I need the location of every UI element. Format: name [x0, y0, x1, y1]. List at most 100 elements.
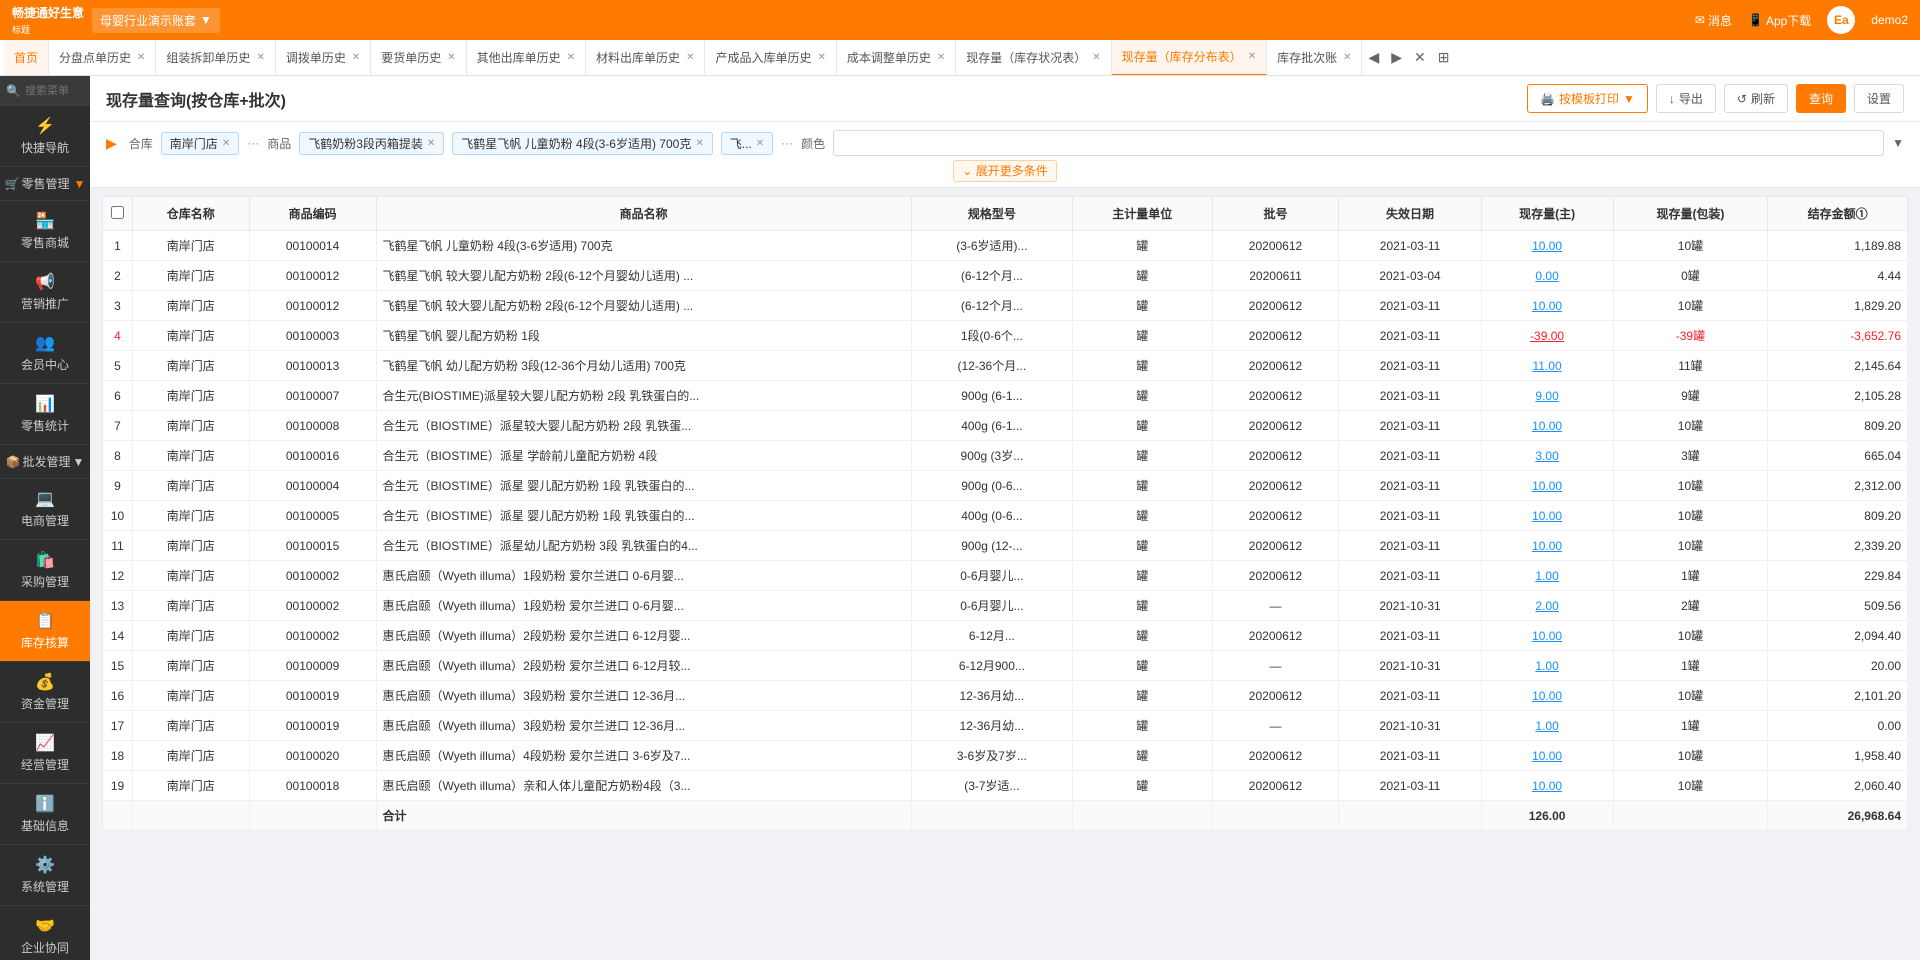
sidebar-item-ecommerce[interactable]: 💻 电商管理 [0, 479, 90, 540]
sidebar-item-marketing[interactable]: 📢 营销推广 [0, 262, 90, 323]
message-btn[interactable]: ✉ 消息 [1695, 12, 1732, 29]
sidebar-item-quicknav[interactable]: ⚡ 快捷导航 [0, 106, 90, 167]
settings-btn[interactable]: 设置 [1854, 84, 1904, 113]
sidebar-item-collab[interactable]: 🤝 企业协同 [0, 906, 90, 960]
sidebar-item-finance[interactable]: 💰 资金管理 [0, 662, 90, 723]
tab-tiaob[interactable]: 调拨单历史 ✕ [276, 40, 371, 76]
filter-expand-icon[interactable]: ▶ [106, 135, 117, 152]
tab-close-chancheng[interactable]: ✕ [817, 52, 825, 63]
org-selector[interactable]: 母婴行业演示账套 ▼ [92, 8, 220, 33]
cell-stock-main[interactable]: -39.00 [1481, 321, 1613, 351]
tab-fenpan[interactable]: 分盘点单历史 ✕ [49, 40, 156, 76]
cell-stock-main[interactable]: 1.00 [1481, 711, 1613, 741]
tab-close-fen[interactable]: ✕ [1248, 51, 1256, 62]
search-input[interactable] [25, 85, 84, 97]
cell-stock-main[interactable]: 1.00 [1481, 651, 1613, 681]
cell-stock-main[interactable]: 10.00 [1481, 531, 1613, 561]
sidebar-item-basic[interactable]: ℹ️ 基础信息 [0, 784, 90, 845]
cell-stock-main[interactable]: 0.00 [1481, 261, 1613, 291]
tab-kucun-kuang[interactable]: 现存量（库存状况表） ✕ [956, 40, 1111, 76]
refresh-btn[interactable]: ↺ 刷新 [1724, 84, 1788, 113]
product-dots[interactable]: ··· [781, 136, 793, 150]
cell-expire: 2021-03-11 [1339, 471, 1481, 501]
tab-close-all[interactable]: ✕ [1408, 49, 1432, 66]
tab-close-tiaob[interactable]: ✕ [352, 52, 360, 63]
tab-close-picci[interactable]: ✕ [1343, 52, 1351, 63]
logo: 畅捷通好生意 标题 [12, 4, 84, 36]
tab-close-zuzhuan[interactable]: ✕ [256, 52, 264, 63]
export-btn[interactable]: ↓ 导出 [1656, 84, 1716, 113]
cell-stock-main[interactable]: 10.00 [1481, 231, 1613, 261]
tab-chancheng[interactable]: 产成品入库单历史 ✕ [705, 40, 836, 76]
cell-stock-main[interactable]: 10.00 [1481, 771, 1613, 801]
tab-menu[interactable]: ⊞ [1432, 49, 1456, 66]
cell-stock-main[interactable]: 2.00 [1481, 591, 1613, 621]
sidebar-item-system[interactable]: ⚙️ 系统管理 [0, 845, 90, 906]
tab-close-qita[interactable]: ✕ [567, 52, 575, 63]
cell-balance: 809.20 [1768, 411, 1908, 441]
table-row: 12 南岸门店 00100002 惠氏启颐（Wyeth illuma）1段奶粉 … [103, 561, 1908, 591]
cell-unit: 罐 [1072, 261, 1212, 291]
cell-stock-main[interactable]: 10.00 [1481, 741, 1613, 771]
sidebar-item-purchase[interactable]: 🛍️ 采购管理 [0, 540, 90, 601]
warehouse-dots[interactable]: ··· [247, 136, 259, 150]
app-download-btn[interactable]: 📱 App下载 [1748, 12, 1811, 29]
tab-close-fenpan[interactable]: ✕ [137, 52, 145, 63]
tab-close-yaohuo[interactable]: ✕ [447, 52, 455, 63]
tab-close-chengben[interactable]: ✕ [937, 52, 945, 63]
cell-batch: 20200612 [1212, 351, 1339, 381]
product-tag-2-remove[interactable]: ✕ [695, 138, 703, 149]
tab-nav-next[interactable]: ▶ [1385, 49, 1408, 66]
cell-stock-main[interactable]: 10.00 [1481, 501, 1613, 531]
cell-name: 惠氏启颐（Wyeth illuma）2段奶粉 爱尔兰进口 6-12月较... [376, 651, 911, 681]
sidebar-item-retail-stats[interactable]: 📊 零售统计 [0, 384, 90, 445]
print-btn[interactable]: 🖨️ 按模板打印 ▼ [1527, 84, 1648, 113]
col-warehouse: 仓库名称 [133, 197, 250, 231]
cell-stock-main[interactable]: 9.00 [1481, 381, 1613, 411]
table-row: 6 南岸门店 00100007 合生元(BIOSTIME)派星较大婴儿配方奶粉 … [103, 381, 1908, 411]
sidebar-item-wholesale[interactable]: 📦 批发管理 ▼ [0, 445, 90, 479]
avatar[interactable]: Ea [1827, 6, 1855, 34]
cell-stock-main[interactable]: 10.00 [1481, 291, 1613, 321]
tab-chengben[interactable]: 成本调整单历史 ✕ [837, 40, 956, 76]
sidebar-item-member[interactable]: 👥 会员中心 [0, 323, 90, 384]
cell-stock-main[interactable]: 10.00 [1481, 471, 1613, 501]
cell-stock-main[interactable]: 10.00 [1481, 621, 1613, 651]
warehouse-tag-remove[interactable]: ✕ [222, 138, 230, 149]
query-btn[interactable]: 查询 [1796, 84, 1846, 113]
cell-index: 14 [103, 621, 133, 651]
tab-picci[interactable]: 库存批次账 ✕ [1267, 40, 1362, 76]
sidebar-item-operations[interactable]: 📈 经营管理 [0, 723, 90, 784]
tab-close-cailiaochu[interactable]: ✕ [686, 52, 694, 63]
tab-kucun-fen[interactable]: 现存量（库存分布表） ✕ [1112, 40, 1267, 76]
tab-nav-prev[interactable]: ◀ [1362, 49, 1385, 66]
table-container: 仓库名称 商品编码 商品名称 规格型号 主计量单位 批号 失效日期 现存量(主)… [90, 188, 1920, 960]
sidebar-item-retail[interactable]: 🛒 零售管理 ▼ [0, 167, 90, 201]
cell-stock-main[interactable]: 11.00 [1481, 351, 1613, 381]
cell-stock-main[interactable]: 1.00 [1481, 561, 1613, 591]
sidebar-item-inventory[interactable]: 📋 库存核算 [0, 601, 90, 662]
tab-yaohuo[interactable]: 要货单历史 ✕ [371, 40, 466, 76]
color-dropdown[interactable]: ▼ [1892, 136, 1904, 150]
tab-home[interactable]: 首页 [4, 40, 49, 76]
product-tag-3-remove[interactable]: ✕ [756, 138, 764, 149]
sidebar-item-shop[interactable]: 🏪 零售商城 [0, 201, 90, 262]
select-all-checkbox[interactable] [111, 206, 124, 219]
cell-balance: 2,105.28 [1768, 381, 1908, 411]
tab-cailiaochu[interactable]: 材料出库单历史 ✕ [586, 40, 705, 76]
username: demo2 [1871, 13, 1908, 27]
cell-warehouse: 南岸门店 [133, 441, 250, 471]
cell-stock-main[interactable]: 10.00 [1481, 411, 1613, 441]
table-row: 4 南岸门店 00100003 飞鹤星飞帆 婴儿配方奶粉 1段 1段(0-6个.… [103, 321, 1908, 351]
product-tag-1-remove[interactable]: ✕ [427, 138, 435, 149]
expand-more-btn[interactable]: ⌄ 展开更多条件 [953, 160, 1056, 182]
color-input[interactable] [833, 130, 1884, 156]
tab-qita[interactable]: 其他出库单历史 ✕ [467, 40, 586, 76]
quicknav-icon: ⚡ [6, 116, 84, 136]
cell-batch: — [1212, 651, 1339, 681]
cell-name: 合生元（BIOSTIME）派星 婴儿配方奶粉 1段 乳铁蛋白的... [376, 501, 911, 531]
tab-zuzhuan[interactable]: 组装拆卸单历史 ✕ [156, 40, 275, 76]
cell-stock-main[interactable]: 3.00 [1481, 441, 1613, 471]
tab-close-kuang[interactable]: ✕ [1092, 52, 1100, 63]
cell-stock-main[interactable]: 10.00 [1481, 681, 1613, 711]
